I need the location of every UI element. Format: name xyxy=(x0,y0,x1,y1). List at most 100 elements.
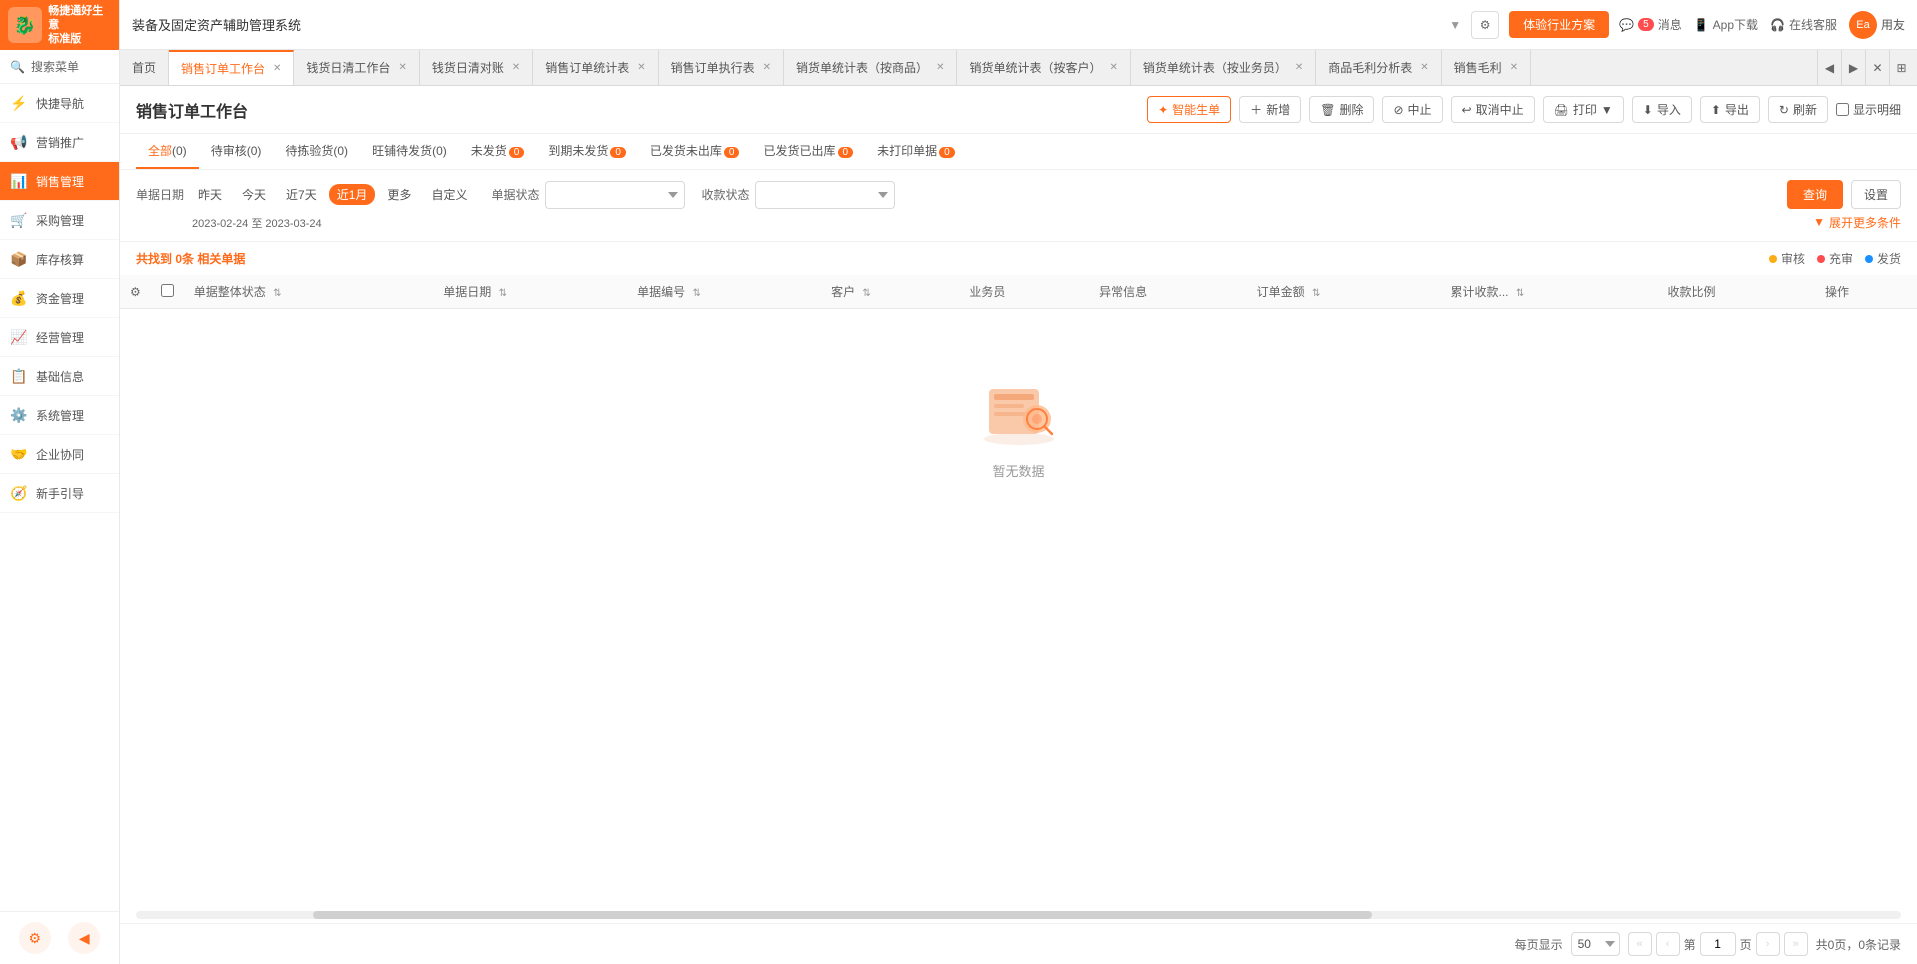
review-action-btn[interactable]: 审核 xyxy=(1769,250,1805,267)
set-btn[interactable]: 设置 xyxy=(1851,180,1901,209)
sidebar-item-enterprise[interactable]: 🤝 企业协同 xyxy=(0,435,119,474)
sidebar-item-finance[interactable]: 💰 资金管理 xyxy=(0,279,119,318)
first-page-btn[interactable]: « xyxy=(1628,932,1652,956)
online-service-btn[interactable]: 🎧 在线客服 xyxy=(1770,16,1837,33)
revoke-action-btn[interactable]: 充审 xyxy=(1817,250,1853,267)
settings-icon[interactable]: ⚙ xyxy=(1471,11,1499,39)
last-page-btn[interactable]: » xyxy=(1784,932,1808,956)
date-7days-btn[interactable]: 近7天 xyxy=(278,184,325,205)
tab-sales-stats[interactable]: 销售订单统计表 ✕ xyxy=(533,50,658,86)
sidebar-item-search[interactable]: 🔍 搜索菜单 xyxy=(0,50,119,84)
payment-select[interactable] xyxy=(755,181,895,209)
date-today-btn[interactable]: 今天 xyxy=(234,184,274,205)
tab-sales-product[interactable]: 销货单统计表（按商品） ✕ xyxy=(784,50,957,86)
sub-tab-not-printed[interactable]: 未打印单据0 xyxy=(865,134,967,169)
date-more-btn[interactable]: 更多 xyxy=(379,184,419,205)
sidebar-item-quicknav[interactable]: ⚡ 快捷导航 xyxy=(0,84,119,123)
import-btn[interactable]: ⬇ 导入 xyxy=(1632,96,1692,123)
tab-close-sales-more[interactable]: ✕ xyxy=(1510,62,1518,73)
next-page-btn[interactable]: › xyxy=(1756,932,1780,956)
system-dropdown-icon[interactable]: ▼ xyxy=(1449,18,1461,32)
show-detail-input[interactable] xyxy=(1836,103,1849,116)
refresh-btn[interactable]: ↻ 刷新 xyxy=(1768,96,1828,123)
tab-close-sales-workbench[interactable]: ✕ xyxy=(273,63,281,74)
show-detail-checkbox[interactable]: 显示明细 xyxy=(1836,101,1901,118)
tab-close-sales-customer[interactable]: ✕ xyxy=(1109,62,1117,73)
select-all-checkbox[interactable] xyxy=(161,284,174,297)
user-info[interactable]: Ea 用友 xyxy=(1849,11,1905,39)
date-1month-btn[interactable]: 近1月 xyxy=(329,184,376,205)
sidebar-item-system[interactable]: ⚙️ 系统管理 xyxy=(0,396,119,435)
th-collected: 累计收款... ⇅ xyxy=(1440,275,1657,309)
smart-generate-btn[interactable]: ✦ 智能生单 xyxy=(1147,96,1231,123)
page-number-input[interactable] xyxy=(1700,932,1736,956)
add-btn[interactable]: ＋ 新增 xyxy=(1239,96,1301,123)
app-download-btn[interactable]: 📱 App下载 xyxy=(1694,16,1758,33)
sort-customer-icon[interactable]: ⇅ xyxy=(862,288,870,299)
export-btn[interactable]: ⬆ 导出 xyxy=(1700,96,1760,123)
import-icon: ⬇ xyxy=(1643,103,1653,117)
sidebar-item-sales[interactable]: 📊 销售管理 xyxy=(0,162,119,201)
sidebar-item-purchase[interactable]: 🛒 采购管理 xyxy=(0,201,119,240)
table-scroll[interactable]: ⚙ 单据整体状态 ⇅ 单据日期 ⇅ xyxy=(120,275,1917,907)
tab-close-cash-reconcile[interactable]: ✕ xyxy=(512,62,520,73)
sort-number-icon[interactable]: ⇅ xyxy=(693,288,701,299)
experience-btn[interactable]: 体验行业方案 xyxy=(1509,11,1609,38)
tab-close-cash-daily[interactable]: ✕ xyxy=(398,62,406,73)
sub-tab-wangpu[interactable]: 旺铺待发货(0) xyxy=(360,134,459,169)
sort-date-icon[interactable]: ⇅ xyxy=(499,288,507,299)
collapse-btn[interactable]: ◀ xyxy=(68,922,100,954)
print-btn[interactable]: 🖨 打印 ▼ xyxy=(1543,96,1624,123)
column-settings-icon[interactable]: ⚙ xyxy=(130,285,141,299)
settings-bottom-btn[interactable]: ⚙ xyxy=(19,922,51,954)
sub-tab-pending-check[interactable]: 待拣验货(0) xyxy=(273,134,360,169)
sort-status-icon[interactable]: ⇅ xyxy=(273,288,281,299)
tab-close-margin[interactable]: ✕ xyxy=(1420,62,1428,73)
sub-tab-shipped-out[interactable]: 已发货已出库0 xyxy=(751,134,865,169)
tabs-next-btn[interactable]: ▶ xyxy=(1841,50,1865,86)
sub-tab-pending-review[interactable]: 待审核(0) xyxy=(199,134,274,169)
tab-close-sales-product[interactable]: ✕ xyxy=(936,62,944,73)
delete-btn[interactable]: 🗑 删除 xyxy=(1309,96,1374,123)
sub-tab-shipped-not-out[interactable]: 已发货未出库0 xyxy=(638,134,752,169)
th-checkbox xyxy=(151,275,184,309)
tab-sales-more[interactable]: 销售毛利 ✕ xyxy=(1442,50,1531,86)
expand-filter-btn[interactable]: ▼ 展开更多条件 xyxy=(1813,214,1901,231)
tab-sales-customer[interactable]: 销货单统计表（按客户） ✕ xyxy=(957,50,1130,86)
top-header: 装备及固定资产辅助管理系统 ▼ ⚙ 体验行业方案 💬 5 5 消息 📱 App下… xyxy=(120,0,1917,50)
sidebar-item-basic[interactable]: 📋 基础信息 xyxy=(0,357,119,396)
date-yesterday-btn[interactable]: 昨天 xyxy=(190,184,230,205)
tabs-expand-btn[interactable]: ⊞ xyxy=(1889,50,1913,86)
sidebar-item-guide[interactable]: 🧭 新手引导 xyxy=(0,474,119,513)
tab-home[interactable]: 首页 xyxy=(120,50,169,86)
message-btn[interactable]: 💬 5 5 消息 xyxy=(1619,16,1682,33)
per-page-select[interactable]: 50 10 20 100 xyxy=(1571,932,1620,956)
sort-amount-icon[interactable]: ⇅ xyxy=(1312,288,1320,299)
sidebar-item-operations[interactable]: 📈 经营管理 xyxy=(0,318,119,357)
sidebar-item-marketing[interactable]: 📢 营销推广 xyxy=(0,123,119,162)
status-select[interactable] xyxy=(545,181,685,209)
tabs-close-btn[interactable]: ✕ xyxy=(1865,50,1889,86)
sub-tab-not-shipped[interactable]: 未发货0 xyxy=(459,134,537,169)
prev-page-btn[interactable]: ‹ xyxy=(1656,932,1680,956)
ship-action-btn[interactable]: 发货 xyxy=(1865,250,1901,267)
search-btn[interactable]: 查询 xyxy=(1787,180,1843,209)
sub-tab-overdue-ship[interactable]: 到期未发货0 xyxy=(536,134,638,169)
tab-close-sales-stats[interactable]: ✕ xyxy=(637,62,645,73)
tab-cash-daily[interactable]: 钱货日清工作台 ✕ xyxy=(294,50,419,86)
tab-sales-execute[interactable]: 销售订单执行表 ✕ xyxy=(659,50,784,86)
tab-sales-workbench[interactable]: 销售订单工作台 ✕ xyxy=(169,50,294,86)
sidebar-item-inventory[interactable]: 📦 库存核算 xyxy=(0,240,119,279)
cancel-suspend-btn[interactable]: ↩ 取消中止 xyxy=(1451,96,1535,123)
tab-margin[interactable]: 商品毛利分析表 ✕ xyxy=(1316,50,1441,86)
tab-close-sales-staff[interactable]: ✕ xyxy=(1295,62,1303,73)
date-custom-btn[interactable]: 自定义 xyxy=(423,184,475,205)
sub-tab-all[interactable]: 全部(0) xyxy=(136,134,199,169)
tab-close-sales-execute[interactable]: ✕ xyxy=(763,62,771,73)
tab-sales-staff[interactable]: 销货单统计表（按业务员） ✕ xyxy=(1131,50,1316,86)
suspend-btn[interactable]: ⊘ 中止 xyxy=(1382,96,1442,123)
sort-collected-icon[interactable]: ⇅ xyxy=(1516,288,1524,299)
tab-cash-reconcile[interactable]: 钱货日清对账 ✕ xyxy=(420,50,533,86)
horizontal-scrollbar[interactable] xyxy=(136,911,1901,919)
tabs-prev-btn[interactable]: ◀ xyxy=(1817,50,1841,86)
